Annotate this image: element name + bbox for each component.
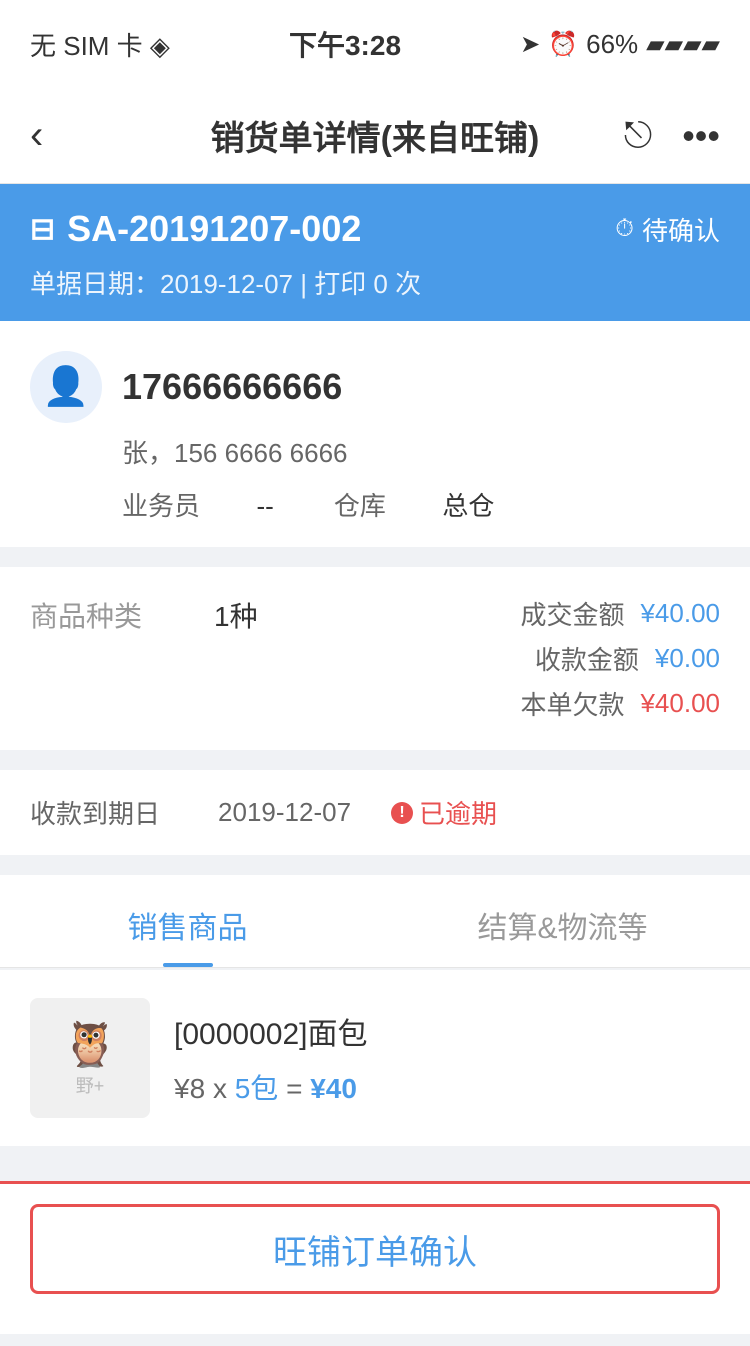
- multiply-sign: x: [213, 1073, 235, 1104]
- alarm-icon: ⏰: [548, 30, 578, 59]
- debt-amount-row: 本单欠款 ¥40.00: [520, 685, 720, 722]
- order-date: 单据日期：2019-12-07 | 打印 0 次: [30, 264, 720, 301]
- product-price-row: ¥8 x 5包 = ¥40: [174, 1067, 720, 1107]
- summary-card: 商品种类 1种 成交金额 ¥40.00 收款金额 ¥0.00 本单欠款 ¥40.…: [0, 567, 750, 750]
- tab-settlement[interactable]: 结算&物流等: [375, 875, 750, 967]
- product-title: 面包: [307, 1018, 367, 1051]
- due-date-value: 2019-12-07: [218, 797, 351, 828]
- warehouse-value: 总仓: [442, 491, 494, 521]
- product-type: 商品种类 1种: [30, 595, 258, 635]
- product-unit-price: ¥8: [174, 1073, 205, 1104]
- product-logo-icon: 🦉: [63, 1018, 118, 1070]
- type-value: 1种: [214, 595, 258, 635]
- person-icon: 👤: [42, 365, 89, 409]
- payment-label: 收款金额: [535, 640, 639, 677]
- status-badge: ⏱ 待确认: [615, 211, 720, 248]
- more-icon[interactable]: •••: [682, 115, 720, 157]
- nav-title: 销货单详情(来自旺铺): [211, 111, 540, 160]
- equals-sign: =: [286, 1073, 310, 1104]
- nav-actions: ⎋ •••: [624, 114, 720, 157]
- clock-icon: ⏱: [615, 215, 634, 243]
- amounts: 成交金额 ¥40.00 收款金额 ¥0.00 本单欠款 ¥40.00: [520, 595, 720, 722]
- back-button[interactable]: ‹: [30, 113, 63, 158]
- order-id: ⊟ SA-20191207-002: [30, 208, 361, 250]
- payment-value: ¥0.00: [655, 643, 720, 674]
- status-text: 待确认: [642, 211, 720, 248]
- overdue-badge: ! 已逾期: [391, 794, 497, 831]
- tabs: 销售商品 结算&物流等: [0, 875, 750, 968]
- location-icon: ➤: [520, 30, 540, 59]
- order-header-card: ⊟ SA-20191207-002 ⏱ 待确认 单据日期：2019-12-07 …: [0, 184, 750, 321]
- product-name: [0000002]面包: [174, 1009, 720, 1053]
- warehouse-label: 仓库: [334, 491, 386, 521]
- status-left: 无 SIM 卡 ◈: [30, 26, 170, 63]
- product-quantity: 5包: [235, 1073, 279, 1104]
- deal-value: ¥40.00: [640, 598, 720, 629]
- nav-bar: ‹ 销货单详情(来自旺铺) ⎋ •••: [0, 88, 750, 184]
- payment-amount-row: 收款金额 ¥0.00: [535, 640, 720, 677]
- customer-meta: 业务员 -- 仓库 总仓: [122, 486, 720, 523]
- warehouse-field: 仓库 总仓: [334, 486, 495, 523]
- due-date-card: 收款到期日 2019-12-07 ! 已逾期: [0, 770, 750, 855]
- product-thumbnail: 🦉 野+: [30, 998, 150, 1118]
- product-list: 🦉 野+ [0000002]面包 ¥8 x 5包 = ¥40: [0, 970, 750, 1146]
- deal-amount-row: 成交金额 ¥40.00: [520, 595, 720, 632]
- share-icon[interactable]: ⎋: [624, 114, 652, 157]
- sim-text: 无 SIM 卡 ◈: [30, 26, 170, 63]
- tab-sales-label: 销售商品: [128, 912, 248, 945]
- due-date-label: 收款到期日: [30, 794, 160, 831]
- status-bar: 无 SIM 卡 ◈ 下午3:28 ➤ ⏰ 66% ▰▰▰▰: [0, 0, 750, 88]
- product-code: [0000002]: [174, 1018, 307, 1051]
- status-time: 下午3:28: [289, 24, 401, 64]
- type-label: 商品种类: [30, 595, 142, 635]
- order-id-text: SA-20191207-002: [67, 208, 361, 250]
- battery-level: 66%: [586, 29, 638, 60]
- debt-label: 本单欠款: [520, 685, 624, 722]
- avatar: 👤: [30, 351, 102, 423]
- battery-icon: ▰▰▰▰: [646, 30, 720, 59]
- status-right: ➤ ⏰ 66% ▰▰▰▰: [520, 29, 720, 60]
- tab-settlement-label: 结算&物流等: [477, 912, 647, 945]
- product-logo-text: 野+: [76, 1072, 105, 1098]
- deal-label: 成交金额: [520, 595, 624, 632]
- overdue-icon: !: [391, 802, 413, 824]
- overdue-text: 已逾期: [419, 794, 497, 831]
- customer-phone: 17666666666: [122, 366, 342, 408]
- salesperson-label: 业务员: [122, 491, 200, 521]
- bottom-bar: 旺铺订单确认: [0, 1181, 750, 1334]
- customer-name: 张，156 6666 6666: [122, 433, 720, 470]
- product-total: ¥40: [310, 1073, 357, 1104]
- salesperson-field: 业务员 --: [122, 486, 274, 523]
- confirm-order-button[interactable]: 旺铺订单确认: [30, 1204, 720, 1294]
- salesperson-value: --: [257, 491, 274, 521]
- order-icon: ⊟: [30, 212, 55, 247]
- tab-sales-products[interactable]: 销售商品: [0, 875, 375, 967]
- product-item: 🦉 野+ [0000002]面包 ¥8 x 5包 = ¥40: [0, 970, 750, 1146]
- product-details: [0000002]面包 ¥8 x 5包 = ¥40: [174, 1009, 720, 1107]
- debt-value: ¥40.00: [640, 688, 720, 719]
- customer-card: 👤 17666666666 张，156 6666 6666 业务员 -- 仓库 …: [0, 321, 750, 547]
